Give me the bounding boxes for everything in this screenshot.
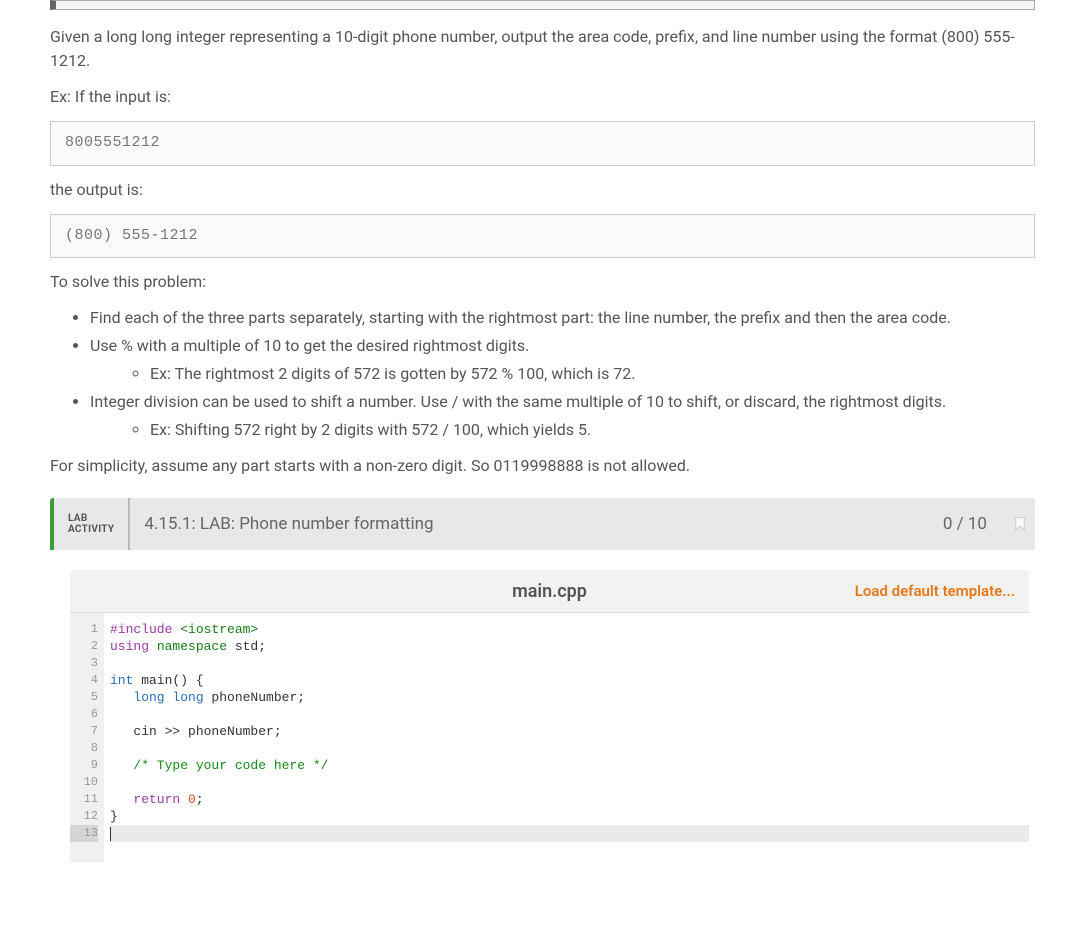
hints-list: Find each of the three parts separately,… xyxy=(90,306,1035,442)
solve-label: To solve this problem: xyxy=(50,270,1035,294)
example-output-box: (800) 555-1212 xyxy=(50,214,1035,259)
hint-sub-item: Ex: The rightmost 2 digits of 572 is got… xyxy=(150,362,1035,386)
lab-badge: LAB ACTIVITY xyxy=(54,498,130,550)
lab-header: LAB ACTIVITY 4.15.1: LAB: Phone number f… xyxy=(50,498,1035,550)
simplicity-note: For simplicity, assume any part starts w… xyxy=(50,454,1035,478)
lab-activity-panel: LAB ACTIVITY 4.15.1: LAB: Phone number f… xyxy=(50,498,1035,862)
load-template-link[interactable]: Load default template... xyxy=(855,582,1015,600)
hint-item: Integer division can be used to shift a … xyxy=(90,390,1035,442)
top-input-bar xyxy=(50,0,1035,10)
intro-text: Given a long long integer representing a… xyxy=(50,25,1035,73)
editor-tabbar: main.cpp Load default template... xyxy=(70,570,1029,612)
bookmark-icon[interactable] xyxy=(1005,498,1035,550)
ex-output-label: the output is: xyxy=(50,178,1035,202)
code-editor-panel: main.cpp Load default template... 123456… xyxy=(70,570,1029,862)
hint-sub-item: Ex: Shifting 572 right by 2 digits with … xyxy=(150,418,1035,442)
example-input-box: 8005551212 xyxy=(50,121,1035,166)
code-editor[interactable]: 12345678910111213 #include <iostream> us… xyxy=(70,612,1029,862)
ex-input-label: Ex: If the input is: xyxy=(50,85,1035,109)
hint-item: Use % with a multiple of 10 to get the d… xyxy=(90,334,1035,386)
lab-score: 0 / 10 xyxy=(933,498,1005,550)
problem-statement: Given a long long integer representing a… xyxy=(10,25,1075,478)
line-gutter: 12345678910111213 xyxy=(70,613,104,862)
code-body[interactable]: #include <iostream> using namespace std;… xyxy=(104,613,1029,862)
lab-title: 4.15.1: LAB: Phone number formatting xyxy=(130,498,933,550)
hint-item: Find each of the three parts separately,… xyxy=(90,306,1035,330)
text-cursor xyxy=(110,827,111,841)
